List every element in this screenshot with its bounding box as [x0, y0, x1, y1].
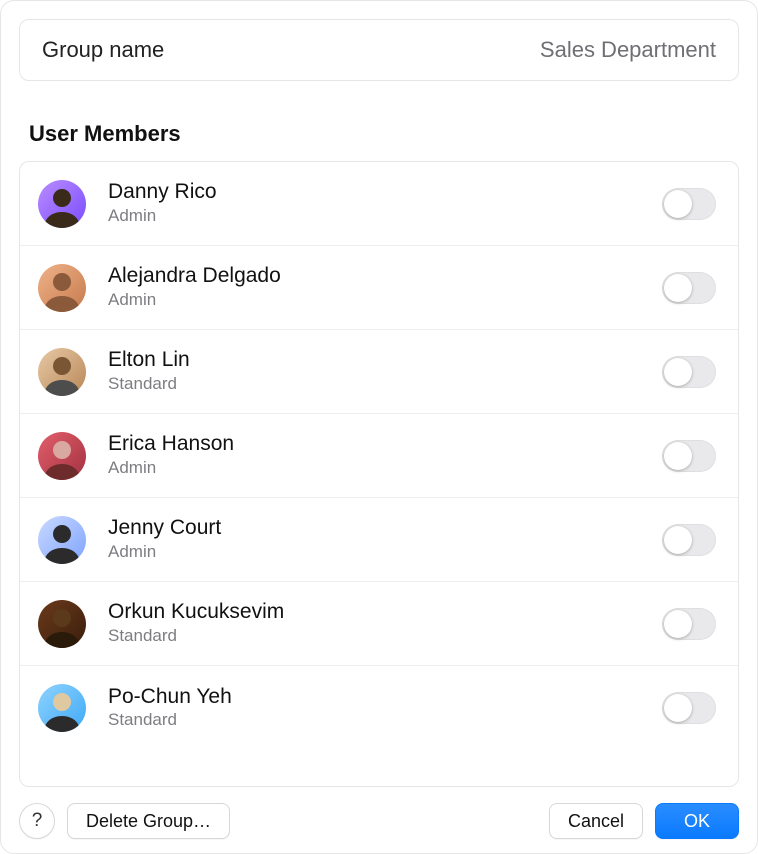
member-toggle[interactable] — [662, 272, 716, 304]
member-text: Danny Rico Admin — [108, 179, 662, 227]
delete-group-button[interactable]: Delete Group… — [67, 803, 230, 839]
member-text: Erica Hanson Admin — [108, 431, 662, 479]
dialog-footer: ? Delete Group… Cancel OK — [19, 787, 739, 839]
member-text: Alejandra Delgado Admin — [108, 263, 662, 311]
member-text: Orkun Kucuksevim Standard — [108, 599, 662, 647]
member-text: Elton Lin Standard — [108, 347, 662, 395]
avatar — [38, 600, 86, 648]
group-name-row[interactable]: Group name Sales Department — [19, 19, 739, 81]
member-name: Danny Rico — [108, 179, 662, 204]
avatar — [38, 348, 86, 396]
member-role: Admin — [108, 205, 662, 228]
member-name: Orkun Kucuksevim — [108, 599, 662, 624]
member-role: Admin — [108, 457, 662, 480]
avatar — [38, 432, 86, 480]
member-role: Standard — [108, 625, 662, 648]
list-item: Danny Rico Admin — [20, 162, 738, 246]
member-toggle[interactable] — [662, 356, 716, 388]
user-members-list[interactable]: Danny Rico Admin Alejandra Delgado Admin… — [19, 161, 739, 787]
member-text: Jenny Court Admin — [108, 515, 662, 563]
list-item: Jenny Court Admin — [20, 498, 738, 582]
member-name: Jenny Court — [108, 515, 662, 540]
member-toggle[interactable] — [662, 188, 716, 220]
member-name: Alejandra Delgado — [108, 263, 662, 288]
list-item: Po-Chun Yeh Standard — [20, 666, 738, 750]
member-role: Admin — [108, 541, 662, 564]
ok-button[interactable]: OK — [655, 803, 739, 839]
avatar — [38, 684, 86, 732]
member-name: Elton Lin — [108, 347, 662, 372]
cancel-button[interactable]: Cancel — [549, 803, 643, 839]
member-name: Erica Hanson — [108, 431, 662, 456]
member-toggle[interactable] — [662, 692, 716, 724]
member-role: Standard — [108, 373, 662, 396]
help-icon: ? — [32, 810, 43, 832]
member-toggle[interactable] — [662, 440, 716, 472]
list-item: Orkun Kucuksevim Standard — [20, 582, 738, 666]
member-name: Po-Chun Yeh — [108, 684, 662, 709]
group-name-label: Group name — [42, 37, 164, 63]
help-button[interactable]: ? — [19, 803, 55, 839]
user-members-heading: User Members — [29, 121, 739, 147]
member-role: Standard — [108, 709, 662, 732]
group-edit-dialog: Group name Sales Department User Members… — [0, 0, 758, 854]
avatar — [38, 516, 86, 564]
avatar — [38, 264, 86, 312]
avatar — [38, 180, 86, 228]
list-item: Elton Lin Standard — [20, 330, 738, 414]
group-name-value: Sales Department — [540, 37, 716, 63]
member-text: Po-Chun Yeh Standard — [108, 684, 662, 732]
member-toggle[interactable] — [662, 524, 716, 556]
member-role: Admin — [108, 289, 662, 312]
member-toggle[interactable] — [662, 608, 716, 640]
list-item: Alejandra Delgado Admin — [20, 246, 738, 330]
list-item: Erica Hanson Admin — [20, 414, 738, 498]
